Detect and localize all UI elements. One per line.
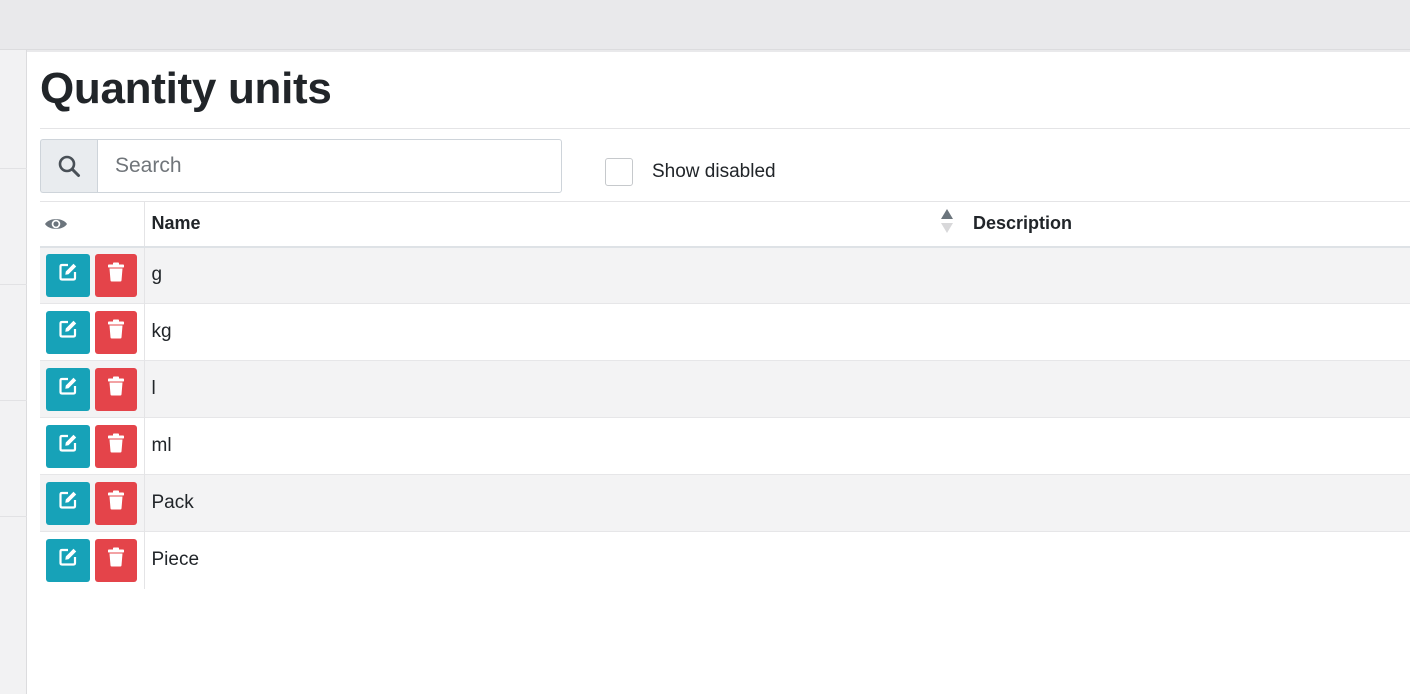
cell-description: [966, 303, 1410, 361]
edit-icon: [58, 319, 78, 345]
quantity-units-table: Name Description g kg l ml Pack Piece: [40, 201, 1410, 589]
cell-description: [966, 246, 1410, 304]
edit-icon: [58, 376, 78, 402]
trash-icon: [107, 262, 125, 288]
cell-name: ml: [144, 417, 966, 475]
show-disabled-toggle[interactable]: Show disabled: [605, 158, 776, 186]
row-actions: [40, 531, 145, 589]
delete-button[interactable]: [95, 538, 137, 582]
edit-button[interactable]: [46, 367, 90, 411]
title-divider: [40, 128, 1410, 129]
edit-button[interactable]: [46, 310, 90, 354]
cell-name: Pack: [144, 474, 966, 532]
top-bar: [0, 0, 1410, 50]
eye-icon[interactable]: [44, 216, 140, 232]
delete-button[interactable]: [95, 481, 137, 525]
row-actions: [40, 246, 145, 304]
delete-button[interactable]: [95, 424, 137, 468]
trash-icon: [107, 547, 125, 573]
cell-name: l: [144, 360, 966, 418]
edit-button[interactable]: [46, 424, 90, 468]
table-row: Piece: [40, 531, 1410, 589]
show-disabled-label[interactable]: Show disabled: [652, 161, 776, 183]
row-actions: [40, 417, 145, 475]
edit-icon: [58, 433, 78, 459]
row-actions: [40, 474, 145, 532]
search-input[interactable]: [97, 139, 562, 193]
row-actions: [40, 360, 145, 418]
edit-button[interactable]: [46, 253, 90, 297]
table-row: Pack: [40, 474, 1410, 532]
search-icon: [40, 139, 97, 193]
edit-icon: [58, 262, 78, 288]
delete-button[interactable]: [95, 367, 137, 411]
page-title: Quantity units: [40, 64, 332, 113]
row-actions: [40, 303, 145, 361]
cell-description: [966, 474, 1410, 532]
cell-name: Piece: [144, 531, 966, 589]
edit-icon: [58, 547, 78, 573]
main-content: Quantity units Show disabled: [27, 52, 1410, 694]
trash-icon: [107, 490, 125, 516]
show-disabled-checkbox[interactable]: [605, 158, 633, 186]
cell-name: g: [144, 246, 966, 304]
trash-icon: [107, 433, 125, 459]
delete-button[interactable]: [95, 310, 137, 354]
table-header-row: Name Description: [40, 201, 1410, 248]
column-header-description[interactable]: Description: [966, 201, 1410, 248]
left-sidebar: [0, 50, 27, 694]
edit-button[interactable]: [46, 538, 90, 582]
table-row: l: [40, 360, 1410, 418]
column-header-name[interactable]: Name: [144, 201, 966, 248]
column-visibility[interactable]: [40, 201, 145, 248]
table-row: kg: [40, 303, 1410, 361]
column-header-description-label: Description: [973, 213, 1073, 234]
cell-description: [966, 360, 1410, 418]
cell-description: [966, 417, 1410, 475]
delete-button[interactable]: [95, 253, 137, 297]
cell-name: kg: [144, 303, 966, 361]
table-row: g: [40, 246, 1410, 304]
edit-button[interactable]: [46, 481, 90, 525]
table-row: ml: [40, 417, 1410, 475]
trash-icon: [107, 376, 125, 402]
search-group: [40, 139, 562, 193]
edit-icon: [58, 490, 78, 516]
sort-ascending-icon: [940, 208, 954, 234]
column-header-name-label: Name: [151, 213, 201, 234]
trash-icon: [107, 319, 125, 345]
cell-description: [966, 531, 1410, 589]
